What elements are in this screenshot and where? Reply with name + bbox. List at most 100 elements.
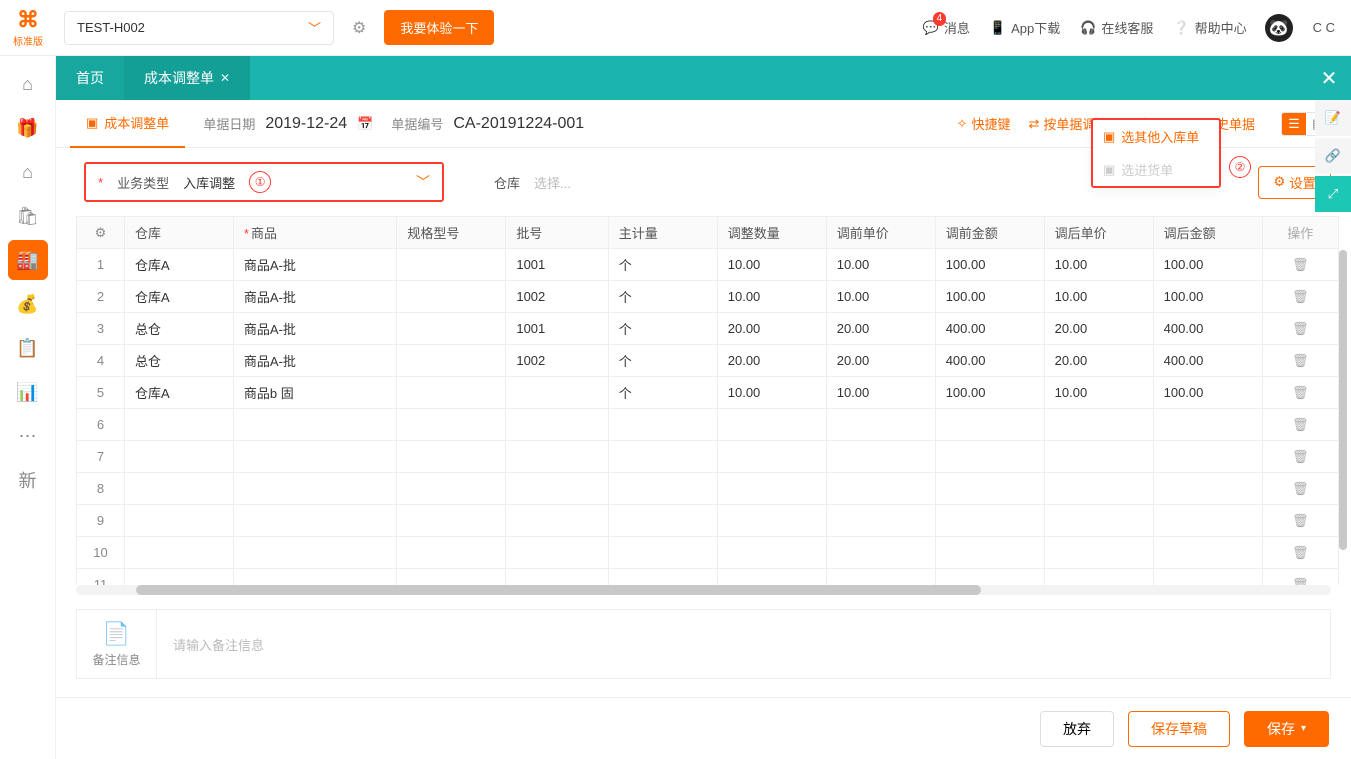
logo-edition: 标准版 [13,33,43,48]
col-amt-before: 调前金额 [935,217,1044,249]
tabbar-close-icon[interactable]: ✕ [1307,56,1351,100]
message-badge: 4 [933,12,947,26]
nav-bag-icon[interactable]: 🛍 [8,196,48,236]
col-price-after: 调后单价 [1044,217,1153,249]
col-batch: 批号 [506,217,608,249]
app-download-link[interactable]: 📱App下载 [990,18,1060,37]
chevron-down-icon: ﹀ [308,18,321,37]
nav-dots-icon[interactable]: ⋯ [8,416,48,456]
col-qty: 调整数量 [717,217,826,249]
doc-icon: ▣ [1103,162,1115,178]
doc-date-value[interactable]: 2019-12-24 [265,115,347,133]
delete-icon[interactable]: 🗑 [1262,441,1338,473]
nav-gift-icon[interactable]: 🎁 [8,108,48,148]
horizontal-scrollbar[interactable] [76,585,1331,595]
calendar-icon[interactable]: 📅 [357,116,373,132]
delete-icon[interactable]: 🗑 [1262,345,1338,377]
col-op: 操作 [1262,217,1338,249]
table-row-empty[interactable]: 10🗑 [77,537,1339,569]
col-warehouse: 仓库 [124,217,233,249]
remark-section: 📄 备注信息 请输入备注信息 [76,609,1331,679]
footer-actions: 放弃 保存草稿 保存 ▾ [56,697,1351,759]
delete-icon[interactable]: 🗑 [1262,281,1338,313]
table-row-empty[interactable]: 11🗑 [77,569,1339,586]
nav-report-icon[interactable]: 📊 [8,372,48,412]
rail-link-icon[interactable]: 🔗 [1315,138,1351,174]
table-row[interactable]: 5仓库A商品b 固个10.0010.00100.0010.00100.00🗑 [77,377,1339,409]
doc-no-value: CA-20191224-001 [453,115,584,133]
rail-expand-icon[interactable]: ⤢ [1315,176,1351,212]
logo-icon: ⌘ [17,7,39,33]
rail-note-icon[interactable]: 📝 [1315,100,1351,136]
table-row-empty[interactable]: 9🗑 [77,505,1339,537]
data-table: ⚙ 仓库 商品 规格型号 批号 主计量 调整数量 调前单价 调前金额 调后单价 … [76,216,1339,585]
form-row: * 业务类型 入库调整 ① ﹀ 仓库 选择... ⚙设置 ▣选其他入库单 ▣选进… [56,148,1351,216]
annotation-1: ① [249,171,271,193]
user-name[interactable]: C C [1313,20,1335,35]
support-link[interactable]: 🎧在线客服 [1080,18,1153,37]
close-icon[interactable]: ✕ [220,71,230,85]
delete-icon[interactable]: 🗑 [1262,569,1338,586]
delete-icon[interactable]: 🗑 [1262,505,1338,537]
data-table-wrap: ⚙ 仓库 商品 规格型号 批号 主计量 调整数量 调前单价 调前金额 调后单价 … [56,216,1351,585]
subtab-cost-adjust[interactable]: ▣ 成本调整单 [70,100,185,148]
table-row[interactable]: 1仓库A商品A-批1001个10.0010.00100.0010.00100.0… [77,249,1339,281]
right-rail: 📝 🔗 ⤢ [1315,100,1351,212]
nav-new-icon[interactable]: 新 [8,460,48,500]
remark-input[interactable]: 请输入备注信息 [157,635,1330,654]
col-spec: 规格型号 [397,217,506,249]
doc-icon: ▣ [1103,129,1115,145]
delete-icon[interactable]: 🗑 [1262,377,1338,409]
table-row-empty[interactable]: 8🗑 [77,473,1339,505]
save-draft-button[interactable]: 保存草稿 [1128,711,1230,747]
chevron-down-icon: ﹀ [416,172,430,192]
tab-home[interactable]: 首页 [56,56,124,100]
help-link[interactable]: ❔帮助中心 [1173,18,1246,37]
page-tabbar: 首页 成本调整单 ✕ ✕ [56,56,1351,100]
org-selector[interactable]: TEST-H002 ﹀ [64,11,334,45]
nav-home-icon[interactable]: ⌂ [8,64,48,104]
shortcut-link[interactable]: ✧快捷键 [957,114,1011,133]
business-type-select[interactable]: * 业务类型 入库调整 ① ﹀ [84,162,444,202]
spark-icon: ✧ [957,116,968,132]
messages-link[interactable]: 💬 消息 4 [923,18,970,37]
nav-warehouse-icon[interactable]: 🏭 [8,240,48,280]
warehouse-select[interactable]: 仓库 选择... [494,173,571,192]
table-header-row: ⚙ 仓库 商品 规格型号 批号 主计量 调整数量 调前单价 调前金额 调后单价 … [77,217,1339,249]
nav-house2-icon[interactable]: ⌂ [8,152,48,192]
experience-button[interactable]: 我要体验一下 [384,10,494,45]
delete-icon[interactable]: 🗑 [1262,537,1338,569]
table-row-empty[interactable]: 6🗑 [77,409,1339,441]
gear-icon[interactable]: ⚙ [352,18,366,38]
table-row[interactable]: 4总仓商品A-批1002个20.0020.00400.0020.00400.00… [77,345,1339,377]
nav-money-icon[interactable]: 💰 [8,284,48,324]
table-row-empty[interactable]: 7🗑 [77,441,1339,473]
headset-icon: 🎧 [1080,20,1096,36]
save-button[interactable]: 保存 ▾ [1244,711,1329,747]
col-gear[interactable]: ⚙ [77,217,125,249]
col-amt-after: 调后金额 [1153,217,1262,249]
org-name: TEST-H002 [77,20,145,35]
abandon-button[interactable]: 放弃 [1040,711,1114,747]
doc-icon: ▣ [86,115,98,131]
avatar[interactable]: 🐼 [1265,14,1293,42]
logo[interactable]: ⌘ 标准版 [0,7,56,48]
phone-icon: 📱 [990,20,1006,36]
table-row[interactable]: 2仓库A商品A-批1002个10.0010.00100.0010.00100.0… [77,281,1339,313]
note-icon: 📄 [103,621,130,647]
doc-no-label: 单据编号 [391,114,443,133]
delete-icon[interactable]: 🗑 [1262,249,1338,281]
annotation-2: ② [1229,156,1251,178]
vertical-scrollbar[interactable] [1339,250,1347,545]
chevron-down-icon: ▾ [1301,723,1306,734]
table-row[interactable]: 3总仓商品A-批1001个20.0020.00400.0020.00400.00… [77,313,1339,345]
delete-icon[interactable]: 🗑 [1262,313,1338,345]
delete-icon[interactable]: 🗑 [1262,409,1338,441]
sidebar: ⌂ 🎁 ⌂ 🛍 🏭 💰 📋 📊 ⋯ 新 [0,56,56,759]
dropdown-other-inbound[interactable]: ▣选其他入库单 [1093,120,1219,153]
delete-icon[interactable]: 🗑 [1262,473,1338,505]
nav-doc-icon[interactable]: 📋 [8,328,48,368]
help-icon: ❔ [1173,20,1189,36]
tab-cost-adjust[interactable]: 成本调整单 ✕ [124,56,250,100]
view-list-icon[interactable]: ☰ [1282,113,1306,135]
